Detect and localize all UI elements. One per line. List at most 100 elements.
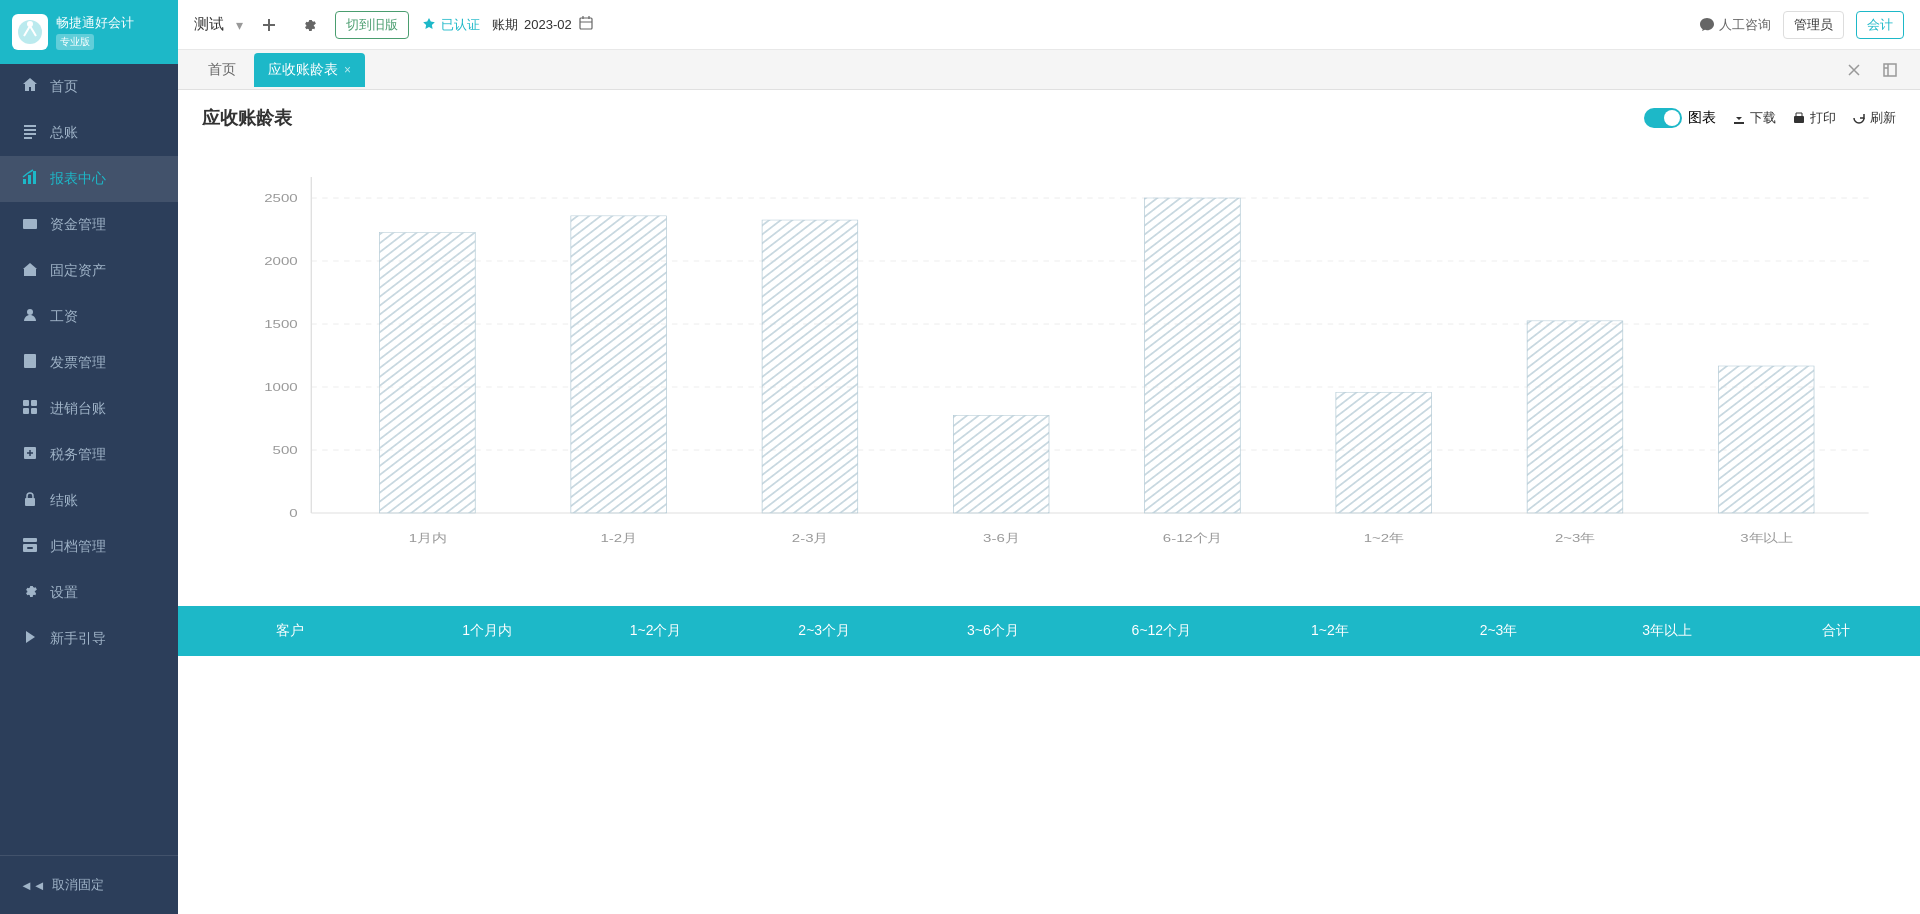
svg-text:1-2月: 1-2月: [601, 532, 637, 545]
sidebar-item-fund[interactable]: 资金管理: [0, 202, 178, 248]
svg-rect-5: [24, 137, 32, 139]
sidebar-item-wage[interactable]: 工资: [0, 294, 178, 340]
page-container: 应收账龄表 图表 下载 打印: [178, 90, 1920, 914]
arrow-left-icon: ◄◄: [20, 878, 46, 893]
calendar-icon[interactable]: [578, 15, 594, 34]
svg-rect-4: [24, 133, 36, 135]
svg-text:2-3月: 2-3月: [792, 532, 828, 545]
col-header-2-3y: 2~3年: [1414, 606, 1583, 656]
tab-close-icon[interactable]: ×: [344, 63, 351, 77]
workspace-title: 测试: [194, 15, 224, 34]
manager-btn[interactable]: 管理员: [1783, 11, 1844, 39]
svg-rect-55: [1145, 198, 1241, 513]
svg-rect-6: [23, 179, 26, 184]
sidebar-item-ledger[interactable]: 总账: [0, 110, 178, 156]
svg-text:2500: 2500: [264, 192, 297, 205]
svg-text:0: 0: [289, 507, 297, 520]
svg-text:2~3年: 2~3年: [1555, 532, 1595, 545]
sidebar-item-invoice[interactable]: 发票管理: [0, 340, 178, 386]
main-area: 测试 ▾ 切到旧版 已认证 账期 2023-02 人工咨询 管理员 会计: [178, 0, 1920, 914]
top-nav: 测试 ▾ 切到旧版 已认证 账期 2023-02 人工咨询 管理员 会计: [178, 0, 1920, 50]
cancel-fixed-btn[interactable]: ◄◄ 取消固定: [0, 866, 178, 904]
sidebar-item-archive[interactable]: 归档管理: [0, 524, 178, 570]
bar-chart-svg: 0 500 1000 1500 2000 2500: [202, 156, 1896, 576]
svg-rect-17: [26, 360, 34, 362]
sidebar-item-tax[interactable]: 税务管理: [0, 432, 178, 478]
svg-rect-18: [26, 363, 31, 365]
col-header-6-12m: 6~12个月: [1077, 606, 1246, 656]
consultant-btn[interactable]: 人工咨询: [1699, 16, 1771, 34]
sidebar-item-report[interactable]: 报表中心: [0, 156, 178, 202]
sidebar-item-trade[interactable]: 进销台账: [0, 386, 178, 432]
svg-rect-2: [24, 125, 36, 127]
content-area: 应收账龄表 图表 下载 打印: [178, 90, 1920, 914]
svg-rect-19: [23, 400, 29, 406]
svg-rect-31: [1884, 64, 1896, 76]
report-icon: [20, 169, 40, 189]
home-icon: [20, 77, 40, 97]
svg-rect-26: [23, 538, 37, 542]
app-name-text: 畅捷通好会计 专业版: [56, 14, 134, 50]
settings-icon: [20, 583, 40, 603]
svg-point-1: [27, 21, 33, 27]
col-header-1-2y: 1~2年: [1246, 606, 1415, 656]
sidebar-item-asset[interactable]: 固定资产: [0, 248, 178, 294]
svg-rect-61: [1718, 366, 1814, 513]
chart-toggle[interactable]: 图表: [1644, 108, 1716, 128]
refresh-btn[interactable]: 刷新: [1852, 109, 1896, 127]
sidebar-item-home[interactable]: 首页: [0, 64, 178, 110]
table-header: 客户 1个月内 1~2个月 2~3个月 3~6个月 6~12个月 1~2年 2~…: [178, 606, 1920, 656]
svg-rect-47: [380, 233, 476, 513]
sidebar-item-settings[interactable]: 设置: [0, 570, 178, 616]
svg-rect-32: [1794, 116, 1804, 123]
settings-gear-button[interactable]: [295, 11, 323, 39]
svg-rect-8: [33, 171, 36, 184]
tab-bar-actions: [1840, 56, 1904, 84]
sidebar-bottom: ◄◄ 取消固定: [0, 855, 178, 914]
sidebar-logo[interactable]: 畅捷通好会计 专业版: [0, 0, 178, 64]
sidebar-nav: 首页 总账 报表中心 资金管理 固定资产: [0, 64, 178, 855]
sidebar-item-guide[interactable]: 新手引导: [0, 616, 178, 662]
wage-icon: [20, 307, 40, 327]
svg-marker-13: [23, 263, 37, 269]
accountant-btn[interactable]: 会计: [1856, 11, 1904, 39]
switch-old-version-btn[interactable]: 切到旧版: [335, 11, 409, 39]
svg-rect-53: [953, 415, 1049, 513]
svg-rect-16: [26, 357, 34, 359]
tab-home[interactable]: 首页: [194, 53, 250, 87]
svg-text:1500: 1500: [264, 318, 297, 331]
toggle-label: 图表: [1688, 109, 1716, 127]
svg-text:3年以上: 3年以上: [1740, 532, 1792, 545]
svg-text:1~2年: 1~2年: [1364, 532, 1404, 545]
svg-point-25: [29, 501, 32, 504]
svg-text:3-6月: 3-6月: [983, 532, 1019, 545]
svg-rect-57: [1336, 392, 1432, 513]
chart-area: 0 500 1000 1500 2000 2500: [178, 146, 1920, 596]
svg-text:1月内: 1月内: [409, 532, 447, 545]
archive-icon: [20, 537, 40, 557]
close-accounts-icon: [20, 491, 40, 511]
asset-icon: [20, 261, 40, 281]
svg-rect-21: [23, 408, 29, 414]
period-info: 账期 2023-02: [492, 15, 594, 34]
svg-point-14: [27, 309, 33, 315]
svg-rect-28: [27, 547, 33, 549]
page-title: 应收账龄表: [202, 106, 292, 130]
svg-rect-7: [28, 175, 31, 184]
sidebar-item-close-accounts[interactable]: 结账: [0, 478, 178, 524]
col-header-1m: 1个月内: [403, 606, 572, 656]
svg-rect-49: [571, 216, 667, 513]
guide-icon: [20, 629, 40, 649]
print-btn[interactable]: 打印: [1792, 109, 1836, 127]
tab-aging-report[interactable]: 应收账龄表 ×: [254, 53, 365, 87]
chevron-down-icon[interactable]: ▾: [236, 17, 243, 33]
add-button[interactable]: [255, 11, 283, 39]
chart-wrapper: 0 500 1000 1500 2000 2500: [202, 156, 1896, 576]
tab-close-all-btn[interactable]: [1840, 56, 1868, 84]
tab-expand-btn[interactable]: [1876, 56, 1904, 84]
certified-badge: 已认证: [421, 16, 480, 34]
col-header-3y-plus: 3年以上: [1583, 606, 1752, 656]
toggle-track[interactable]: [1644, 108, 1682, 128]
download-btn[interactable]: 下载: [1732, 109, 1776, 127]
trade-icon: [20, 399, 40, 419]
